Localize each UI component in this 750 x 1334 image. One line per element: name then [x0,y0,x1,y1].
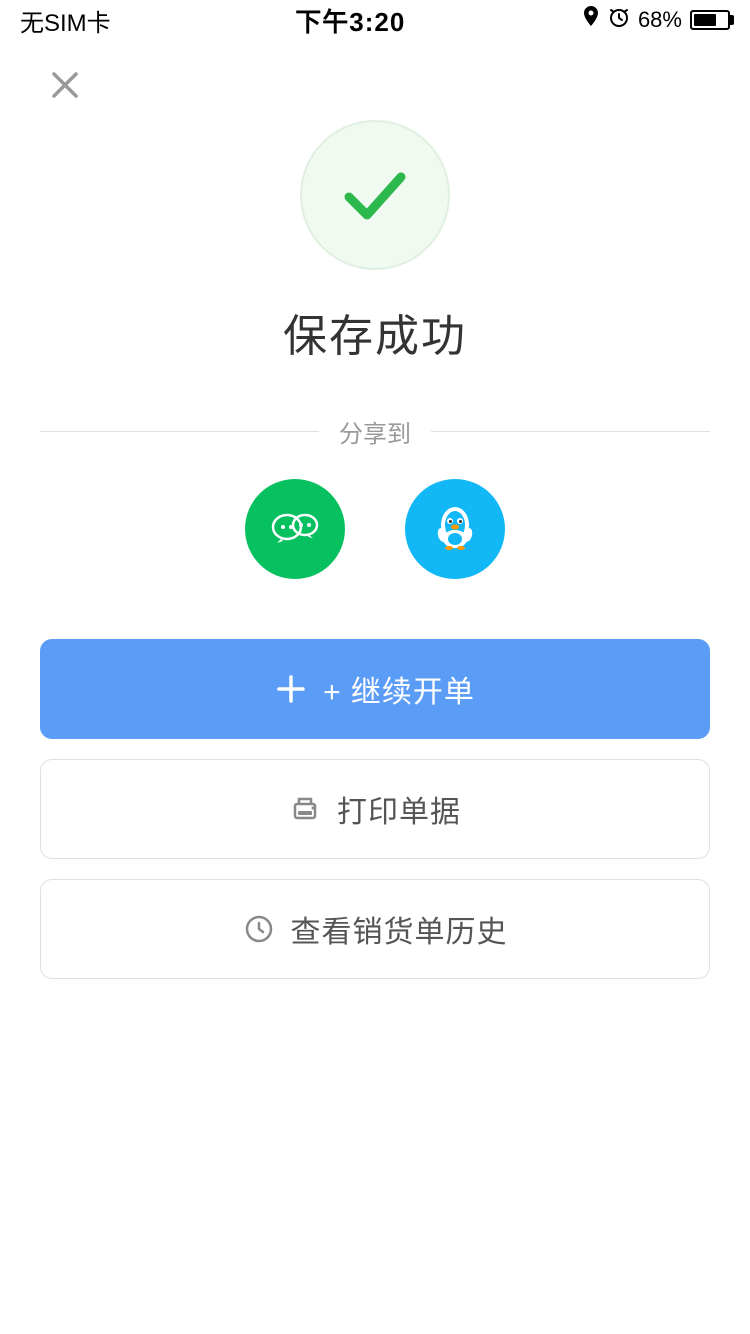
continue-button[interactable]: + 继续开单 [40,639,710,739]
plus-icon [275,673,307,705]
share-label: 分享到 [339,414,411,449]
main-content: 保存成功 分享到 [0,40,750,1334]
carrier-label: 无SIM卡 [20,3,111,38]
battery-icon [690,10,730,30]
close-button[interactable] [40,60,90,110]
qq-icon [427,501,483,557]
print-label: 打印单据 [337,787,461,831]
action-buttons: + 继续开单 打印单据 查看销货单历史 [40,639,710,979]
share-icons-row [245,479,505,579]
status-right: 68% [582,6,730,34]
print-icon [289,793,321,825]
location-icon [582,6,600,34]
wechat-share-button[interactable] [245,479,345,579]
history-label: 查看销货单历史 [291,907,508,951]
status-left: 无SIM卡 [20,3,119,38]
qq-share-button[interactable] [405,479,505,579]
time-label: 下午3:20 [295,2,405,39]
status-bar: 无SIM卡 下午3:20 68% [0,0,750,40]
checkmark-icon [335,155,415,235]
history-icon [243,913,275,945]
print-button[interactable]: 打印单据 [40,759,710,859]
continue-label: + 继续开单 [323,667,475,711]
divider-line-right [431,431,710,432]
battery-percent: 68% [638,7,682,33]
divider-line-left [40,431,319,432]
alarm-icon [608,6,630,34]
success-icon-circle [300,120,450,270]
history-button[interactable]: 查看销货单历史 [40,879,710,979]
share-divider: 分享到 [40,414,710,449]
wechat-icon [267,501,323,557]
success-title: 保存成功 [283,300,467,364]
